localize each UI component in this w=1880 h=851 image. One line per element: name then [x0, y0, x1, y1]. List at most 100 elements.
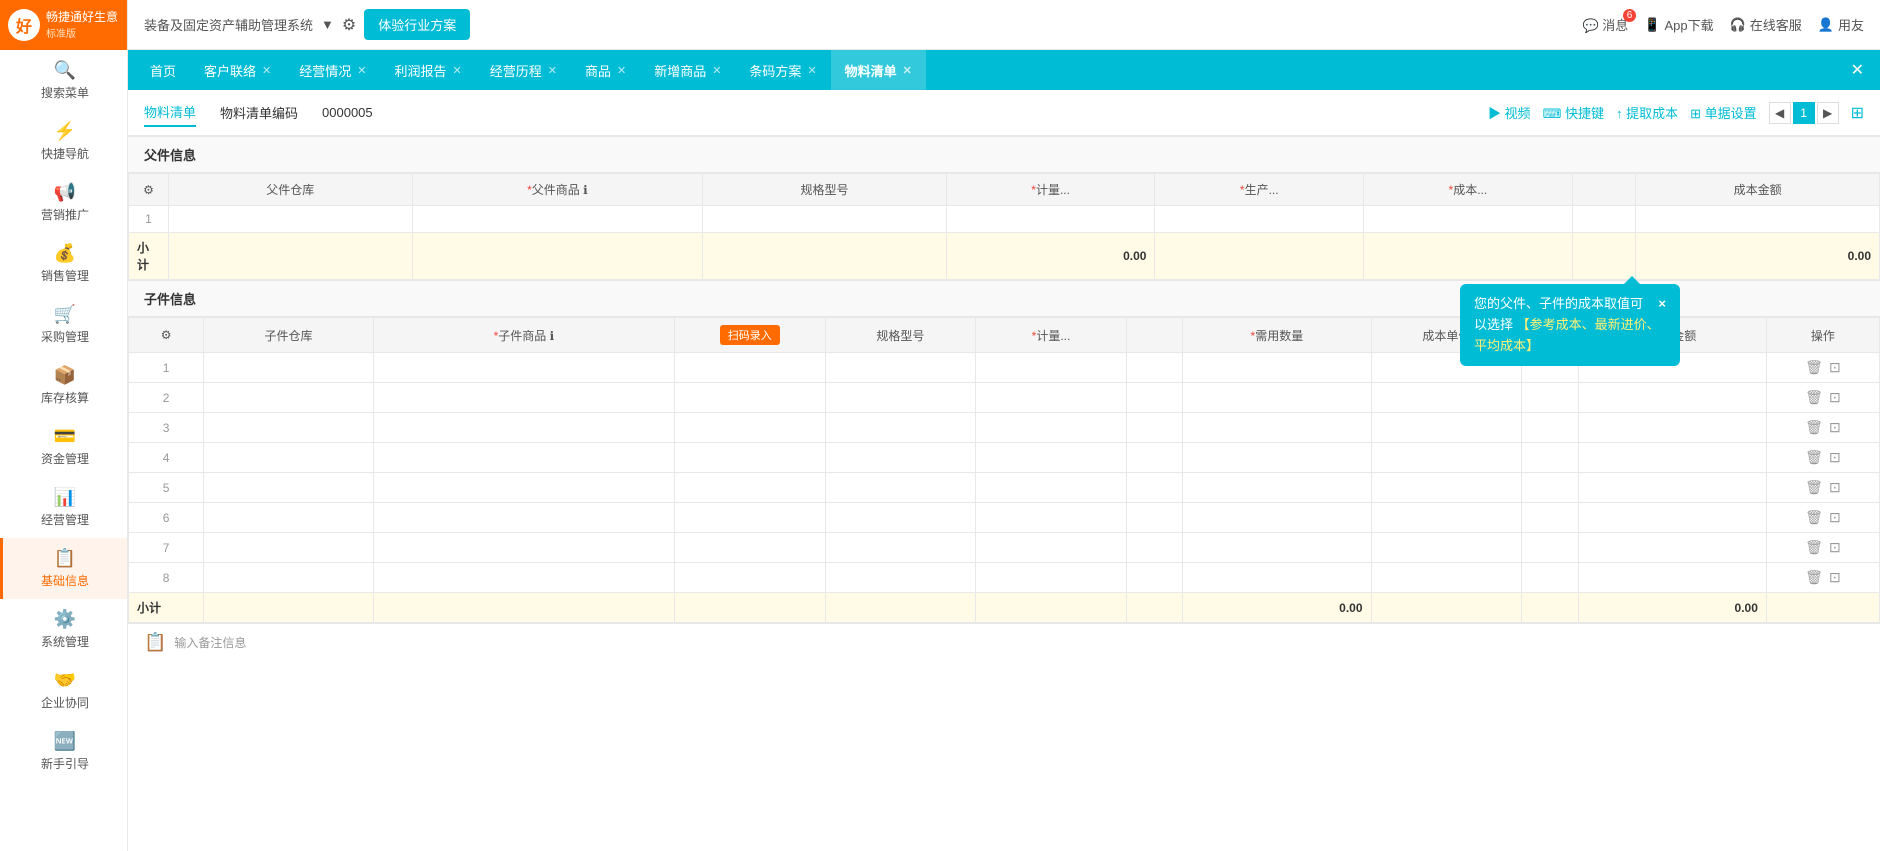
child-row-7-product[interactable] [373, 533, 674, 563]
tab-business-close[interactable]: ✕ [357, 64, 366, 77]
delete-icon-6[interactable]: 🗑 [1805, 509, 1823, 526]
sidebar-item-marketing[interactable]: 📢 营销推广 [0, 172, 127, 233]
child-row-5-warehouse[interactable] [204, 473, 373, 503]
parent-row-1-unit[interactable] [946, 206, 1155, 233]
sidebar-item-finance[interactable]: 💳 资金管理 [0, 416, 127, 477]
sidebar-item-collab[interactable]: 🤝 企业协同 [0, 660, 127, 721]
child-row-5-unit[interactable] [976, 473, 1127, 503]
tab-new-product[interactable]: 新增商品 ✕ [640, 50, 735, 90]
sidebar-item-base-info[interactable]: 📋 基础信息 [0, 538, 127, 599]
tooltip-close-btn[interactable]: × [1658, 294, 1666, 315]
child-row-3-warehouse[interactable] [204, 413, 373, 443]
sidebar-item-system[interactable]: ⚙️ 系统管理 [0, 599, 127, 660]
close-all-tabs[interactable]: ✕ [1843, 60, 1872, 80]
tab-customer[interactable]: 客户联络 ✕ [190, 50, 285, 90]
child-row-8-qty[interactable] [1183, 563, 1371, 593]
child-row-3-qty[interactable] [1183, 413, 1371, 443]
sidebar-item-purchase[interactable]: 🛒 采购管理 [0, 294, 127, 355]
child-row-1-product[interactable] [373, 353, 674, 383]
tab-bom-close[interactable]: ✕ [903, 64, 912, 77]
copy-icon-6[interactable]: ⊡ [1829, 509, 1841, 526]
child-row-1-warehouse[interactable] [204, 353, 373, 383]
tab-new-product-close[interactable]: ✕ [712, 64, 721, 77]
child-row-7-unit[interactable] [976, 533, 1127, 563]
scan-btn[interactable]: 扫码录入 [720, 325, 780, 345]
sub-tab-bom[interactable]: 物料清单 [144, 98, 196, 127]
child-row-6-product[interactable] [373, 503, 674, 533]
doc-settings-link[interactable]: ⊞ 单据设置 [1690, 103, 1757, 122]
copy-icon-2[interactable]: ⊡ [1829, 389, 1841, 406]
child-row-7-qty[interactable] [1183, 533, 1371, 563]
tab-profit-close[interactable]: ✕ [453, 64, 462, 77]
extract-cost-link[interactable]: ↑ 提取成本 [1616, 103, 1678, 122]
notification-bell[interactable]: 💬 消息 6 [1582, 15, 1628, 34]
parent-row-1-spec[interactable] [703, 206, 947, 233]
child-row-6-warehouse[interactable] [204, 503, 373, 533]
copy-icon-5[interactable]: ⊡ [1829, 479, 1841, 496]
child-row-4-unit[interactable] [976, 443, 1127, 473]
child-row-8-unit[interactable] [976, 563, 1127, 593]
child-row-4-product[interactable] [373, 443, 674, 473]
copy-icon-3[interactable]: ⊡ [1829, 419, 1841, 436]
delete-icon-1[interactable]: 🗑 [1805, 359, 1823, 376]
child-row-5-unit-cost[interactable] [1371, 473, 1522, 503]
copy-icon-4[interactable]: ⊡ [1829, 449, 1841, 466]
child-row-4-warehouse[interactable] [204, 443, 373, 473]
child-row-2-unit-cost[interactable] [1371, 383, 1522, 413]
sidebar-item-sales[interactable]: 💰 销售管理 [0, 233, 127, 294]
child-row-2-unit[interactable] [976, 383, 1127, 413]
child-row-1-unit[interactable] [976, 353, 1127, 383]
grid-view-icon[interactable]: ⊞ [1851, 103, 1864, 123]
child-row-3-unit[interactable] [976, 413, 1127, 443]
tab-bom[interactable]: 物料清单 ✕ [831, 50, 926, 90]
child-row-8-warehouse[interactable] [204, 563, 373, 593]
shortcut-link[interactable]: ⌨ 快捷键 [1543, 103, 1604, 122]
child-row-3-spec[interactable] [825, 413, 976, 443]
page-current-btn[interactable]: 1 [1793, 102, 1815, 124]
child-row-3-product[interactable] [373, 413, 674, 443]
child-row-5-spec[interactable] [825, 473, 976, 503]
page-prev-btn[interactable]: ◀ [1769, 102, 1791, 124]
child-row-1-spec[interactable] [825, 353, 976, 383]
page-next-btn[interactable]: ▶ [1817, 102, 1839, 124]
gear-icon[interactable]: ⚙ [342, 15, 356, 35]
sidebar-item-search[interactable]: 🔍 搜索菜单 [0, 50, 127, 111]
child-row-1-qty[interactable] [1183, 353, 1371, 383]
child-row-7-warehouse[interactable] [204, 533, 373, 563]
parent-col-gear[interactable]: ⚙ [129, 174, 169, 206]
child-row-8-spec[interactable] [825, 563, 976, 593]
child-row-7-spec[interactable] [825, 533, 976, 563]
tab-barcode-close[interactable]: ✕ [807, 64, 816, 77]
delete-icon-2[interactable]: 🗑 [1805, 389, 1823, 406]
tab-history-close[interactable]: ✕ [548, 64, 557, 77]
sidebar-item-guide[interactable]: 🆕 新手引导 [0, 721, 127, 782]
delete-icon-8[interactable]: 🗑 [1805, 569, 1823, 586]
child-row-5-product[interactable] [373, 473, 674, 503]
delete-icon-3[interactable]: 🗑 [1805, 419, 1823, 436]
tab-barcode[interactable]: 条码方案 ✕ [735, 50, 830, 90]
delete-icon-5[interactable]: 🗑 [1805, 479, 1823, 496]
tab-business[interactable]: 经营情况 ✕ [285, 50, 380, 90]
tab-home[interactable]: 首页 [136, 50, 190, 90]
child-row-8-unit-cost[interactable] [1371, 563, 1522, 593]
child-row-2-spec[interactable] [825, 383, 976, 413]
child-row-6-spec[interactable] [825, 503, 976, 533]
sidebar-item-ops[interactable]: 📊 经营管理 [0, 477, 127, 538]
sidebar-item-inventory[interactable]: 📦 库存核算 [0, 355, 127, 416]
child-row-3-unit-cost[interactable] [1371, 413, 1522, 443]
tab-products-close[interactable]: ✕ [617, 64, 626, 77]
tab-customer-close[interactable]: ✕ [262, 64, 271, 77]
child-row-6-unit[interactable] [976, 503, 1127, 533]
child-row-4-unit-cost[interactable] [1371, 443, 1522, 473]
app-download[interactable]: 📱 App下载 [1644, 15, 1713, 34]
sidebar-item-quick-nav[interactable]: ⚡ 快捷导航 [0, 111, 127, 172]
child-row-8-product[interactable] [373, 563, 674, 593]
child-row-4-qty[interactable] [1183, 443, 1371, 473]
copy-icon-7[interactable]: ⊡ [1829, 539, 1841, 556]
dropdown-arrow-icon[interactable]: ▼ [321, 17, 334, 32]
tab-profit[interactable]: 利润报告 ✕ [380, 50, 475, 90]
video-link[interactable]: ▶ 视频 [1488, 103, 1531, 122]
parent-row-1-warehouse[interactable] [169, 206, 413, 233]
copy-icon-8[interactable]: ⊡ [1829, 569, 1841, 586]
child-row-5-qty[interactable] [1183, 473, 1371, 503]
